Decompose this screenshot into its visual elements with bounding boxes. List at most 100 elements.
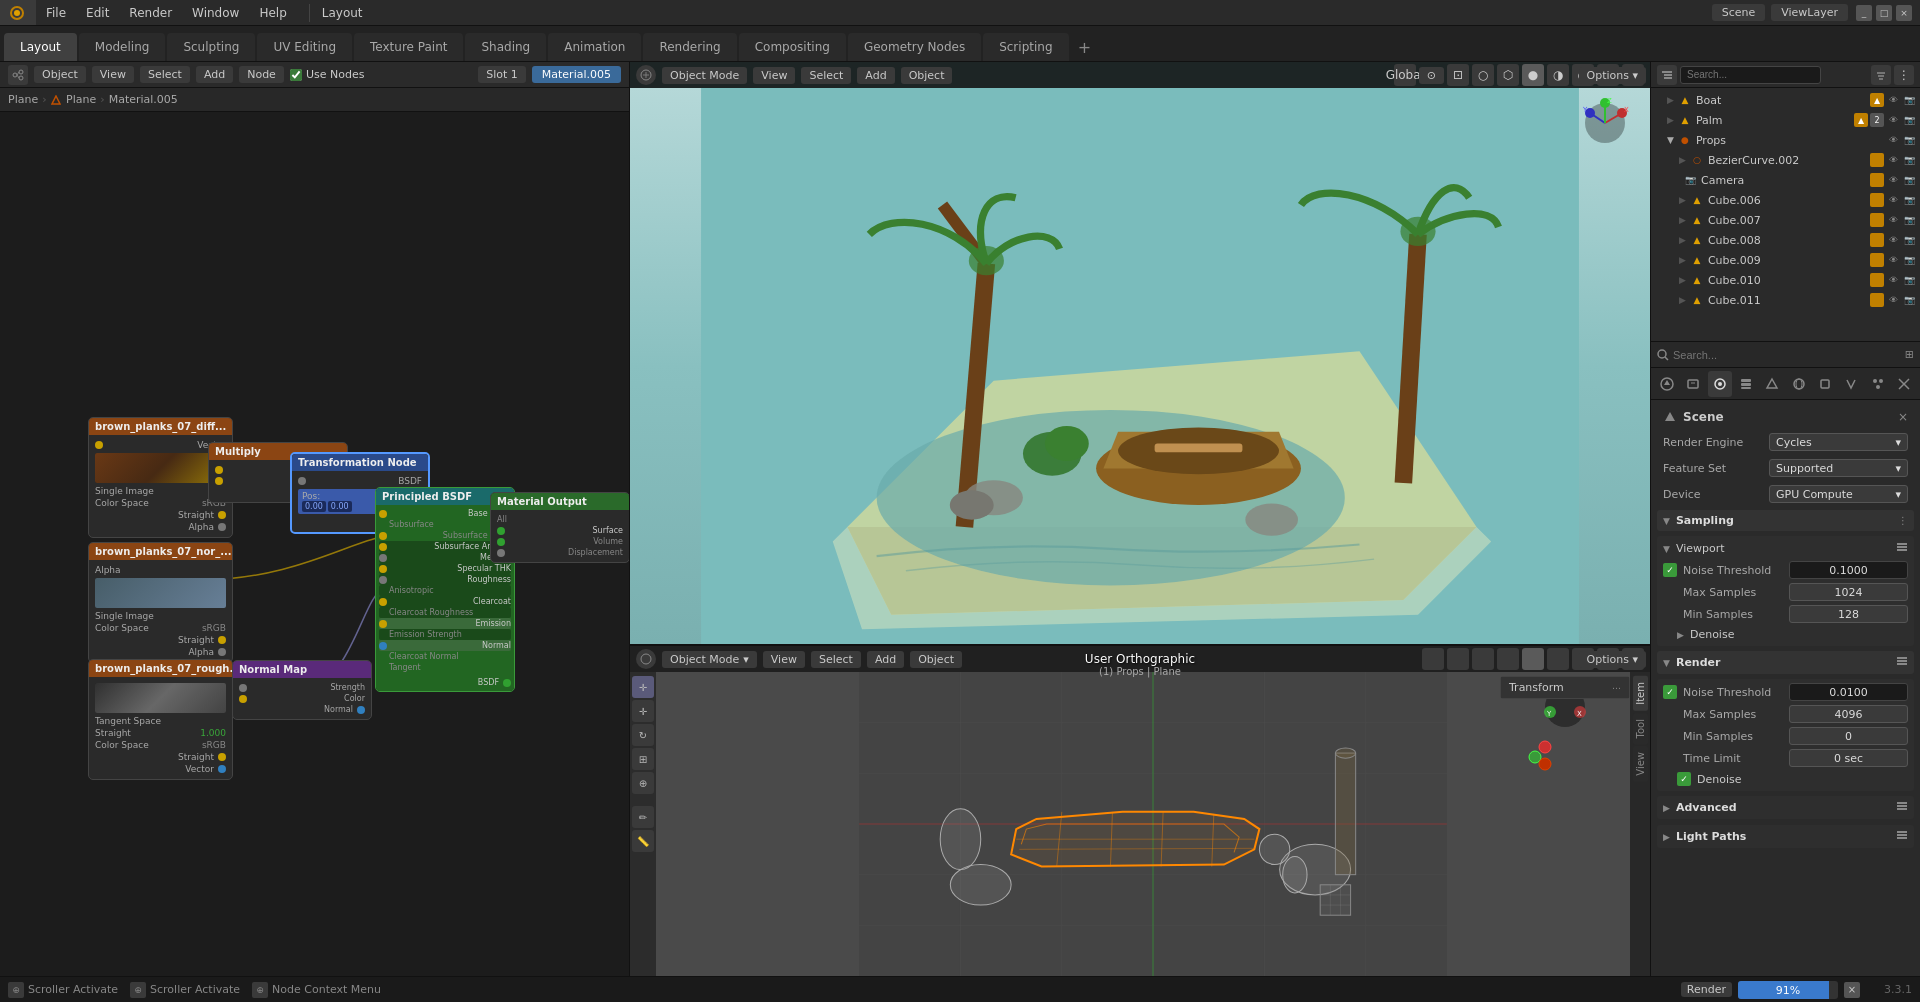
orientation-btn-bottom[interactable]: [1422, 648, 1444, 670]
prop-tab-output[interactable]: [1681, 371, 1705, 397]
rotate-tool[interactable]: ↻: [632, 724, 654, 746]
outliner-item-boat[interactable]: ▶ ▲ Boat ▲ 👁 📷: [1651, 90, 1920, 110]
cube006-vis-icon[interactable]: 👁: [1886, 193, 1900, 207]
tab-sculpting[interactable]: Sculpting: [167, 33, 255, 61]
props-render-icon[interactable]: 📷: [1902, 133, 1916, 147]
minimize-btn[interactable]: _: [1856, 5, 1872, 21]
render-engine-select[interactable]: Cycles ▾: [1769, 433, 1908, 451]
render-menu[interactable]: Render: [119, 0, 182, 25]
window-menu[interactable]: Window: [182, 0, 249, 25]
scene-close-btn[interactable]: ×: [1898, 410, 1908, 424]
view-btn-node[interactable]: View: [92, 66, 134, 83]
cube009-render-icon[interactable]: 📷: [1902, 253, 1916, 267]
tab-modeling[interactable]: Modeling: [79, 33, 166, 61]
denoise-vp-row[interactable]: ▶ Denoise: [1657, 625, 1914, 644]
cube009-vis-icon[interactable]: 👁: [1886, 253, 1900, 267]
options-top-btn[interactable]: Options ▾: [1579, 67, 1646, 84]
bezier-vis-icon[interactable]: 👁: [1886, 153, 1900, 167]
transform-panel-header[interactable]: Transform ⋯: [1501, 677, 1629, 698]
mode-selector-bottom[interactable]: Object Mode▾: [662, 651, 757, 668]
outliner-item-cube011[interactable]: ▶ ▲ Cube.011 👁 📷: [1651, 290, 1920, 310]
object-btn-top[interactable]: Object: [901, 67, 953, 84]
viewport-bottom[interactable]: Object Mode▾ View Select Add Object: [630, 646, 1650, 976]
node-img2[interactable]: brown_planks_07_nor_... Alpha Single Ima…: [88, 542, 233, 663]
sampling-section-header[interactable]: ▼ Sampling ⋮: [1657, 510, 1914, 531]
time-limit-field[interactable]: 0 sec: [1789, 749, 1908, 767]
side-tab-tool[interactable]: Tool: [1633, 713, 1648, 744]
tab-animation[interactable]: Animation: [548, 33, 641, 61]
select-btn-top[interactable]: Select: [801, 67, 851, 84]
tab-geometry-nodes[interactable]: Geometry Nodes: [848, 33, 981, 61]
select-btn-node[interactable]: Select: [140, 66, 190, 83]
outliner-item-props[interactable]: ▼ ● Props 👁 📷: [1651, 130, 1920, 150]
outliner-item-cube010[interactable]: ▶ ▲ Cube.010 👁 📷: [1651, 270, 1920, 290]
boat-visibility-icon[interactable]: 👁: [1886, 93, 1900, 107]
max-samples-render-field[interactable]: 4096: [1789, 705, 1908, 723]
cube008-render-icon[interactable]: 📷: [1902, 233, 1916, 247]
cube010-vis-icon[interactable]: 👁: [1886, 273, 1900, 287]
prop-tab-object[interactable]: [1813, 371, 1837, 397]
camera-render-icon[interactable]: 📷: [1902, 173, 1916, 187]
measure-tool[interactable]: 📏: [632, 830, 654, 852]
cube006-render-icon[interactable]: 📷: [1902, 193, 1916, 207]
transform-gizmo[interactable]: [1520, 732, 1560, 775]
cursor-tool[interactable]: ✛: [632, 676, 654, 698]
denoise-render-checkbox[interactable]: ✓: [1677, 772, 1691, 786]
node-material-output[interactable]: Material Output All Surface Volume Displ…: [490, 492, 629, 563]
advanced-section-header[interactable]: ▶ Advanced: [1657, 796, 1914, 819]
prop-tab-world[interactable]: [1786, 371, 1810, 397]
prop-tab-physics[interactable]: [1892, 371, 1916, 397]
prop-tab-scene[interactable]: [1655, 371, 1679, 397]
device-select[interactable]: GPU Compute ▾: [1769, 485, 1908, 503]
boat-render-icon[interactable]: 📷: [1902, 93, 1916, 107]
light-paths-section-header[interactable]: ▶ Light Paths: [1657, 825, 1914, 848]
cube010-render-icon[interactable]: 📷: [1902, 273, 1916, 287]
noise-threshold-vp-field[interactable]: 0.1000: [1789, 561, 1908, 579]
select-btn-bottom[interactable]: Select: [811, 651, 861, 668]
scale-tool[interactable]: ⊞: [632, 748, 654, 770]
props-visibility-icon[interactable]: 👁: [1886, 133, 1900, 147]
tab-texture-paint[interactable]: Texture Paint: [354, 33, 463, 61]
advanced-sub-menu[interactable]: [1896, 800, 1908, 815]
options-bottom-btn[interactable]: Options ▾: [1579, 651, 1646, 668]
editor-type-icon[interactable]: [8, 65, 28, 85]
object-btn-bottom[interactable]: Object: [910, 651, 962, 668]
breadcrumb-material[interactable]: Material.005: [109, 93, 178, 106]
render-section-header[interactable]: ▼ Render: [1657, 651, 1914, 674]
snap-btn-bottom[interactable]: [1447, 648, 1469, 670]
prop-tab-render[interactable]: [1708, 371, 1732, 397]
add-btn-bottom[interactable]: Add: [867, 651, 904, 668]
prop-tab-scene2[interactable]: [1760, 371, 1784, 397]
close-btn[interactable]: ×: [1896, 5, 1912, 21]
shading-m-btn-bottom[interactable]: [1547, 648, 1569, 670]
proportional-btn[interactable]: ○: [1472, 64, 1494, 86]
props-search-input[interactable]: [1673, 349, 1901, 361]
viewport-top[interactable]: Object Mode View Select Add Object Globa…: [630, 62, 1650, 646]
help-menu[interactable]: Help: [249, 0, 296, 25]
axis-gizmo-top[interactable]: X Y Z: [1580, 98, 1630, 148]
cube007-vis-icon[interactable]: 👁: [1886, 213, 1900, 227]
edit-menu[interactable]: Edit: [76, 0, 119, 25]
annotate-tool[interactable]: ✏: [632, 806, 654, 828]
props-filter-btn[interactable]: ⊞: [1905, 348, 1914, 361]
tab-rendering[interactable]: Rendering: [643, 33, 736, 61]
cube011-vis-icon[interactable]: 👁: [1886, 293, 1900, 307]
tab-uv-editing[interactable]: UV Editing: [257, 33, 352, 61]
node-canvas[interactable]: brown_planks_07_diff... Vector Single Im…: [0, 112, 629, 976]
shading-lp-btn[interactable]: ◑: [1547, 64, 1569, 86]
outliner-search-input[interactable]: [1680, 66, 1821, 84]
render-cancel-btn[interactable]: ×: [1844, 982, 1860, 998]
node-normalmap[interactable]: Normal Map Strength Color Normal: [232, 660, 372, 720]
bezier-render-icon[interactable]: 📷: [1902, 153, 1916, 167]
max-samples-vp-field[interactable]: 1024: [1789, 583, 1908, 601]
material-selector[interactable]: Material.005: [532, 66, 621, 83]
move-tool[interactable]: ✛: [632, 700, 654, 722]
scene-selector[interactable]: Scene: [1712, 4, 1766, 21]
node-btn[interactable]: Node: [239, 66, 284, 83]
feature-set-select[interactable]: Supported ▾: [1769, 459, 1908, 477]
blender-menu[interactable]: [0, 0, 36, 25]
add-workspace-btn[interactable]: +: [1071, 33, 1099, 61]
shading-solid-btn[interactable]: ●: [1522, 64, 1544, 86]
cube007-render-icon[interactable]: 📷: [1902, 213, 1916, 227]
min-samples-vp-field[interactable]: 128: [1789, 605, 1908, 623]
